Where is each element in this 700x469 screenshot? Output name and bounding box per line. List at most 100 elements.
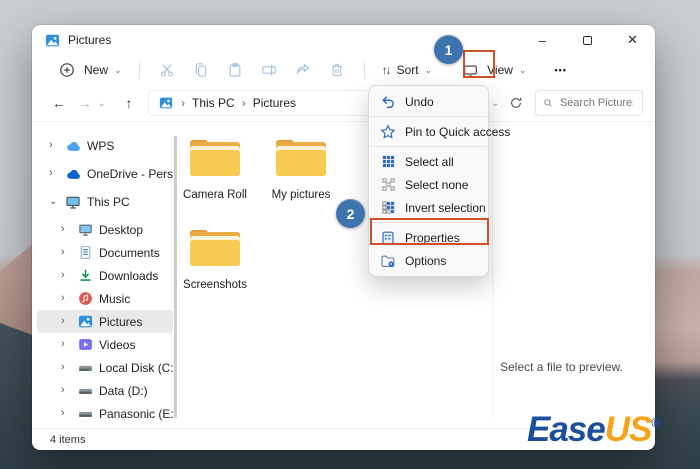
command-toolbar: New ⌄ ↑↓ Sort ⌄ View ⌄ ••• [32,55,655,85]
refresh-button[interactable] [503,90,529,116]
sort-button-label: Sort [396,63,419,77]
hard-drive-icon [77,360,93,376]
menu-item-invert-selection[interactable]: Invert selection [369,196,488,219]
sidebar-item-label: Videos [99,337,136,352]
sidebar-item-label: Local Disk (C:) [99,360,173,375]
maximize-button[interactable] [565,25,610,55]
sidebar-item-label: Music [99,291,131,306]
menu-item-pin-to-quick-access[interactable]: Pin to Quick access [369,120,510,143]
pictures-folder-icon [158,95,174,111]
chevron-down-icon: ⌄ [518,64,527,75]
chevron-right-icon[interactable]: › [61,316,71,327]
recent-locations-chevron[interactable]: ⌄ [98,98,116,109]
chevron-right-icon[interactable]: › [61,362,71,373]
rename-button[interactable] [257,58,281,82]
folder-icon [276,140,326,176]
chevron-right-icon[interactable]: › [61,293,71,304]
menu-item-label: Options [405,253,447,268]
chevron-right-icon[interactable]: › [61,385,71,396]
address-dropdown-chevron[interactable]: ⌄ [487,98,503,109]
menu-item-options[interactable]: Options [369,249,488,272]
sidebar-item-downloads[interactable]: › Downloads [37,264,173,287]
callout-step-2: 2 [336,199,365,228]
forward-button[interactable]: → [72,90,98,116]
sidebar-item-music[interactable]: › Music [37,287,173,310]
copy-button[interactable] [189,58,213,82]
title-bar[interactable]: Pictures – ✕ [32,25,655,55]
breadcrumb-separator: › [181,96,185,110]
sidebar-item-label: Documents [99,245,160,260]
sidebar-item-this-pc[interactable]: ⌄ This PC [37,190,173,213]
sidebar-item-label: Desktop [99,222,144,237]
sidebar-item-label: WPS [87,138,115,153]
invert-selection-icon [380,200,396,216]
menu-item-label: Select all [405,154,454,169]
window-controls: – ✕ [520,25,655,55]
chevron-right-icon[interactable]: › [49,168,59,179]
select-all-icon [380,154,396,170]
hard-drive-icon [77,406,93,422]
menu-item-undo[interactable]: Undo [369,90,488,113]
breadcrumb-pictures[interactable]: Pictures [253,96,296,110]
minimize-button[interactable]: – [520,25,565,55]
pictures-icon [77,314,93,330]
sidebar-item-documents[interactable]: › Documents [37,241,173,264]
highlight-box-properties [370,218,489,245]
sort-button[interactable]: ↑↓ Sort ⌄ [375,60,440,80]
folder-tile-screenshots[interactable]: Screenshots [170,225,260,291]
cut-button[interactable] [155,58,179,82]
menu-item-label: Select none [405,177,469,192]
see-more-button[interactable]: ••• [547,62,573,78]
delete-button[interactable] [325,58,349,82]
chevron-right-icon[interactable]: › [49,140,59,151]
chevron-down-icon: ⌄ [114,64,122,75]
window-title: Pictures [68,33,112,47]
sidebar-item-onedrive[interactable]: › OneDrive - Persona [37,162,173,185]
menu-separator [370,116,487,117]
rename-icon [261,64,276,76]
breadcrumb-this-pc[interactable]: This PC [192,96,235,110]
undo-icon [380,94,396,110]
wps-cloud-icon [65,138,81,154]
search-input[interactable] [557,96,635,110]
share-button[interactable] [291,58,315,82]
folder-tile-camera-roll[interactable]: Camera Roll [170,135,260,201]
item-count: 4 items [50,433,86,446]
back-button[interactable]: ← [46,90,72,116]
menu-item-select-none[interactable]: Select none [369,173,488,196]
scissors-icon [160,64,173,77]
sidebar-item-panasonic-e[interactable]: › Panasonic (E:) [37,402,173,425]
close-button[interactable]: ✕ [610,25,655,55]
sidebar-item-pictures[interactable]: › Pictures [37,310,173,333]
chevron-right-icon[interactable]: › [61,224,71,235]
sidebar-item-wps[interactable]: › WPS [37,134,173,157]
chevron-right-icon[interactable]: › [61,339,71,350]
toolbar-divider [363,61,365,79]
sidebar-item-local-disk-c[interactable]: › Local Disk (C:) [37,356,173,379]
music-note-icon [77,291,93,307]
search-box[interactable] [535,90,643,116]
sort-arrows-icon: ↑↓ [381,63,392,77]
folder-name: Camera Roll [183,189,247,201]
sidebar-item-data-d[interactable]: › Data (D:) [37,379,173,402]
ellipsis-icon: ••• [554,65,567,75]
sidebar-item-label: Panasonic (E:) [99,406,173,421]
preview-pane-divider [492,132,493,418]
chevron-right-icon[interactable]: › [61,247,71,258]
folder-tile-my-pictures[interactable]: My pictures [256,135,346,201]
sidebar-item-videos[interactable]: › Videos [37,333,173,356]
up-button[interactable]: ↑ [116,90,142,116]
toolbar-divider [138,61,140,79]
search-icon [544,99,552,107]
new-button[interactable]: New ⌄ [48,55,129,85]
chevron-right-icon[interactable]: › [61,408,71,419]
menu-item-label: Undo [405,94,434,109]
chevron-down-icon[interactable]: ⌄ [49,196,59,207]
paste-button[interactable] [223,58,247,82]
sidebar-item-desktop[interactable]: › Desktop [37,218,173,241]
computer-icon [65,194,81,210]
menu-item-select-all[interactable]: Select all [369,150,488,173]
chevron-right-icon[interactable]: › [61,270,71,281]
preview-message: Select a file to preview. [500,360,623,374]
menu-item-label: Pin to Quick access [405,124,511,139]
